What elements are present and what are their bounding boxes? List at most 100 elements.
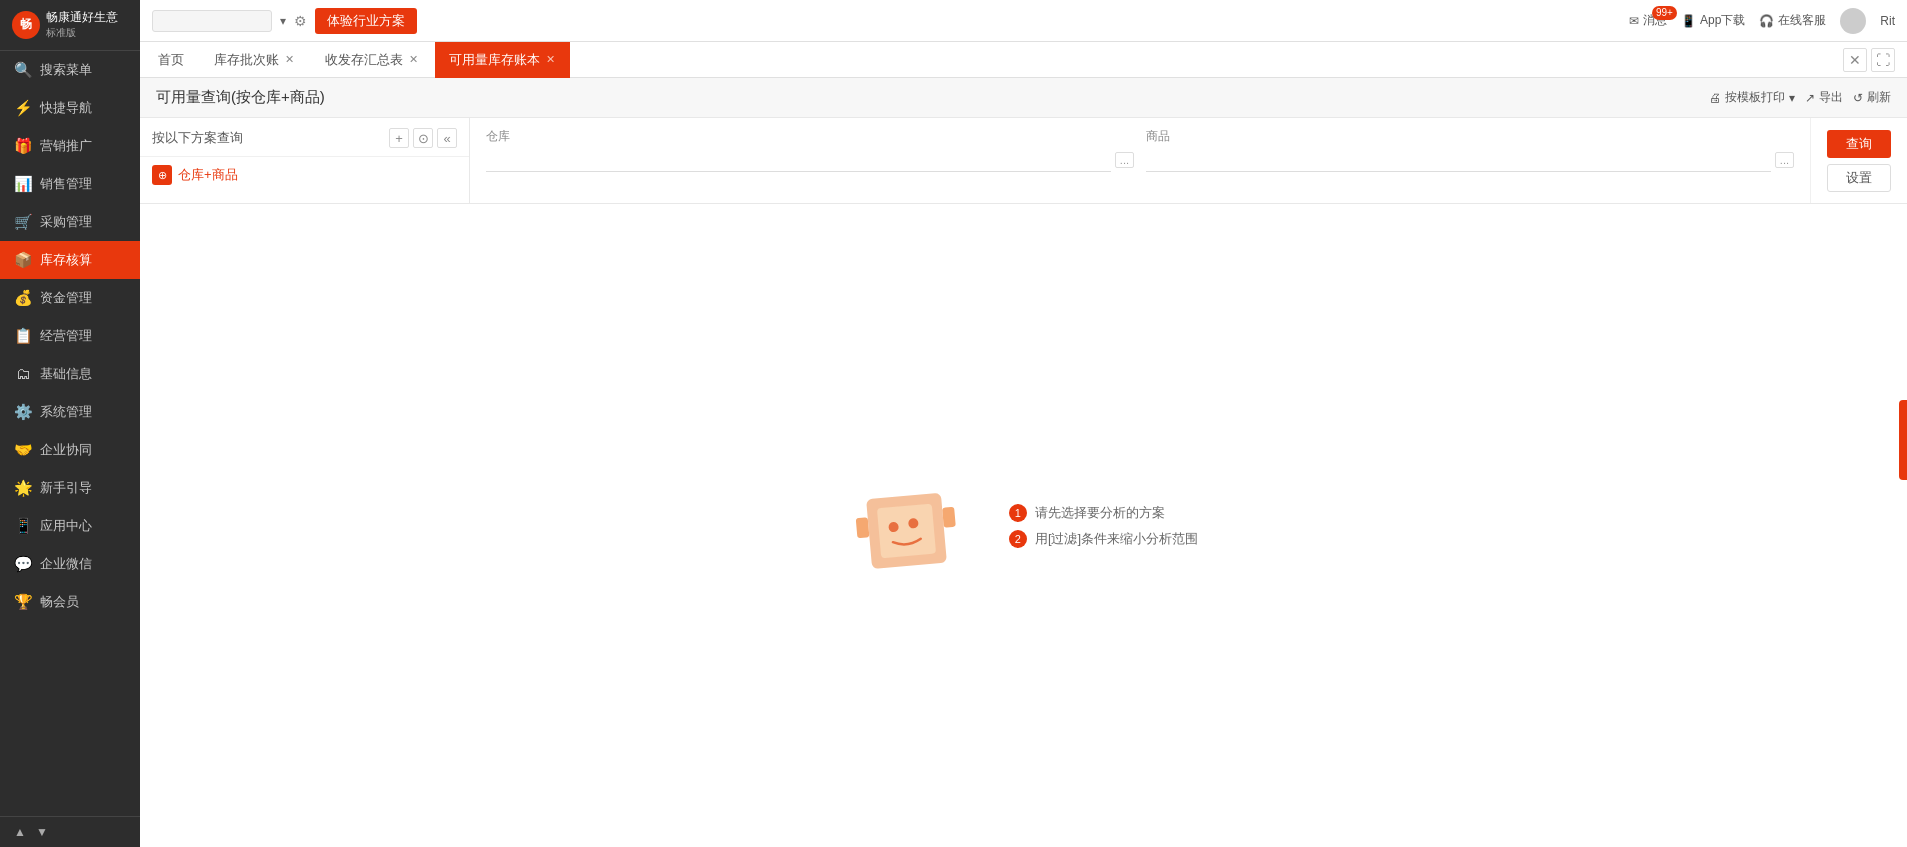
- search-icon: 🔍: [14, 61, 32, 79]
- product-more-btn[interactable]: ...: [1775, 152, 1794, 168]
- scroll-up-icon[interactable]: ▲: [14, 825, 26, 839]
- sidebar-item-purchase[interactable]: 🛒 采购管理: [0, 203, 140, 241]
- sidebar-item-system[interactable]: ⚙️ 系统管理: [0, 393, 140, 431]
- sidebar-item-marketing[interactable]: 🎁 营销推广: [0, 127, 140, 165]
- sidebar-item-finance[interactable]: 💰 资金管理: [0, 279, 140, 317]
- marketing-icon: 🎁: [14, 137, 32, 155]
- scheme-settings-button[interactable]: ⊙: [413, 128, 433, 148]
- scheme-item-warehouse-product[interactable]: ⊕ 仓库+商品: [140, 157, 469, 193]
- empty-illustration: [849, 476, 969, 576]
- tip-num-2: 2: [1009, 530, 1027, 548]
- app-download-button[interactable]: 📱 App下载: [1681, 12, 1745, 29]
- scheme-header-actions: + ⊙ «: [389, 128, 457, 148]
- tab-available[interactable]: 可用量库存账本 ✕: [435, 42, 570, 78]
- tab-batch[interactable]: 库存批次账 ✕: [200, 42, 309, 78]
- page-header: 可用量查询(按仓库+商品) 🖨 按模板打印 ▾ ↗ 导出 ↺ 刷新: [140, 78, 1907, 118]
- sidebar-item-sales[interactable]: 📊 销售管理: [0, 165, 140, 203]
- appstore-icon: 📱: [14, 517, 32, 535]
- filter-row: 仓库 ... 商品 ...: [486, 128, 1794, 172]
- avatar[interactable]: [1840, 8, 1866, 34]
- product-input[interactable]: [1146, 148, 1771, 172]
- page-actions: 🖨 按模板打印 ▾ ↗ 导出 ↺ 刷新: [1709, 89, 1891, 106]
- tab-home[interactable]: 首页: [144, 42, 198, 78]
- online-service-button[interactable]: 🎧 在线客服: [1759, 12, 1826, 29]
- refresh-icon: ↺: [1853, 91, 1863, 105]
- tab-available-close[interactable]: ✕: [546, 53, 555, 66]
- guide-icon: 🌟: [14, 479, 32, 497]
- collapse-button[interactable]: «: [437, 128, 457, 148]
- tab-receipt[interactable]: 收发存汇总表 ✕: [311, 42, 433, 78]
- action-buttons: 查询 设置: [1810, 118, 1907, 203]
- query-button[interactable]: 查询: [1827, 130, 1891, 158]
- tab-close-btn[interactable]: ✕: [1843, 48, 1867, 72]
- print-button[interactable]: 🖨 按模板打印 ▾: [1709, 89, 1795, 106]
- inventory-icon: 📦: [14, 251, 32, 269]
- tab-expand-btn[interactable]: ⛶: [1871, 48, 1895, 72]
- svg-rect-5: [942, 506, 956, 527]
- print-dropdown-icon[interactable]: ▾: [1789, 91, 1795, 105]
- export-icon: ↗: [1805, 91, 1815, 105]
- scroll-down-icon[interactable]: ▼: [36, 825, 48, 839]
- logo-text: 畅康通好生意 标准版: [46, 10, 118, 40]
- sidebar-item-appstore[interactable]: 📱 应用中心: [0, 507, 140, 545]
- svg-rect-4: [856, 517, 870, 538]
- trial-button[interactable]: 体验行业方案: [315, 8, 417, 34]
- sidebar-item-basic[interactable]: 🗂 基础信息: [0, 355, 140, 393]
- tab-batch-close[interactable]: ✕: [285, 53, 294, 66]
- right-edge-indicator: [1899, 400, 1907, 480]
- export-button[interactable]: ↗ 导出: [1805, 89, 1843, 106]
- headset-icon: 🎧: [1759, 14, 1774, 28]
- sales-icon: 📊: [14, 175, 32, 193]
- gear-icon[interactable]: ⚙: [294, 13, 307, 29]
- warehouse-more-btn[interactable]: ...: [1115, 152, 1134, 168]
- sidebar-item-member[interactable]: 🏆 畅会员: [0, 583, 140, 621]
- finance-icon: 💰: [14, 289, 32, 307]
- member-icon: 🏆: [14, 593, 32, 611]
- tab-receipt-close[interactable]: ✕: [409, 53, 418, 66]
- refresh-button[interactable]: ↺ 刷新: [1853, 89, 1891, 106]
- scheme-panel: 按以下方案查询 + ⊙ « ⊕ 仓库+商品: [140, 118, 470, 203]
- query-area: 按以下方案查询 + ⊙ « ⊕ 仓库+商品 仓库 ...: [140, 118, 1907, 204]
- empty-tip-2: 2 用[过滤]条件来缩小分析范围: [1009, 530, 1198, 548]
- product-field: 商品 ...: [1146, 128, 1794, 172]
- empty-tips: 1 请先选择要分析的方案 2 用[过滤]条件来缩小分析范围: [1009, 504, 1198, 548]
- cooperation-icon: 🤝: [14, 441, 32, 459]
- operations-icon: 📋: [14, 327, 32, 345]
- warehouse-input[interactable]: [486, 148, 1111, 172]
- sidebar-item-wechat[interactable]: 💬 企业微信: [0, 545, 140, 583]
- basic-icon: 🗂: [14, 365, 32, 383]
- sidebar-item-operations[interactable]: 📋 经营管理: [0, 317, 140, 355]
- topbar-search-input[interactable]: [152, 10, 272, 32]
- sidebar-item-cooperation[interactable]: 🤝 企业协同: [0, 431, 140, 469]
- dropdown-icon[interactable]: ▾: [280, 14, 286, 28]
- sidebar: 畅 畅康通好生意 标准版 🔍 搜索菜单 ⚡ 快捷导航 🎁 营销推广 📊 销售管理…: [0, 0, 140, 847]
- sidebar-item-guide[interactable]: 🌟 新手引导: [0, 469, 140, 507]
- topbar-right: ✉ 消息 99+ 📱 App下载 🎧 在线客服 Rit: [1629, 8, 1895, 34]
- sidebar-item-search[interactable]: 🔍 搜索菜单: [0, 51, 140, 89]
- mobile-icon: 📱: [1681, 14, 1696, 28]
- username: Rit: [1880, 14, 1895, 28]
- sidebar-item-quicknav[interactable]: ⚡ 快捷导航: [0, 89, 140, 127]
- svg-rect-1: [877, 503, 936, 558]
- printer-icon: 🖨: [1709, 91, 1721, 105]
- tip-num-1: 1: [1009, 504, 1027, 522]
- add-scheme-button[interactable]: +: [389, 128, 409, 148]
- scheme-header: 按以下方案查询 + ⊙ «: [140, 128, 469, 157]
- sidebar-logo: 畅 畅康通好生意 标准版: [0, 0, 140, 51]
- empty-state: 1 请先选择要分析的方案 2 用[过滤]条件来缩小分析范围: [140, 204, 1907, 847]
- sidebar-bottom: ▲ ▼: [0, 816, 140, 847]
- logo-icon: 畅: [12, 11, 40, 39]
- message-button[interactable]: ✉ 消息 99+: [1629, 12, 1667, 29]
- settings-button[interactable]: 设置: [1827, 164, 1891, 192]
- tabs-bar: 首页 库存批次账 ✕ 收发存汇总表 ✕ 可用量库存账本 ✕ ✕ ⛶: [140, 42, 1907, 78]
- topbar: ▾ ⚙ 体验行业方案 ✉ 消息 99+ 📱 App下载 🎧 在线客服 Rit: [140, 0, 1907, 42]
- tabs-actions: ✕ ⛶: [1843, 48, 1903, 72]
- scheme-item-icon: ⊕: [152, 165, 172, 185]
- content-area: 可用量查询(按仓库+商品) 🖨 按模板打印 ▾ ↗ 导出 ↺ 刷新: [140, 78, 1907, 847]
- warehouse-field: 仓库 ...: [486, 128, 1134, 172]
- system-icon: ⚙️: [14, 403, 32, 421]
- empty-tip-1: 1 请先选择要分析的方案: [1009, 504, 1198, 522]
- filter-area: 仓库 ... 商品 ...: [470, 118, 1810, 203]
- page-title: 可用量查询(按仓库+商品): [156, 88, 325, 107]
- sidebar-item-inventory[interactable]: 📦 库存核算: [0, 241, 140, 279]
